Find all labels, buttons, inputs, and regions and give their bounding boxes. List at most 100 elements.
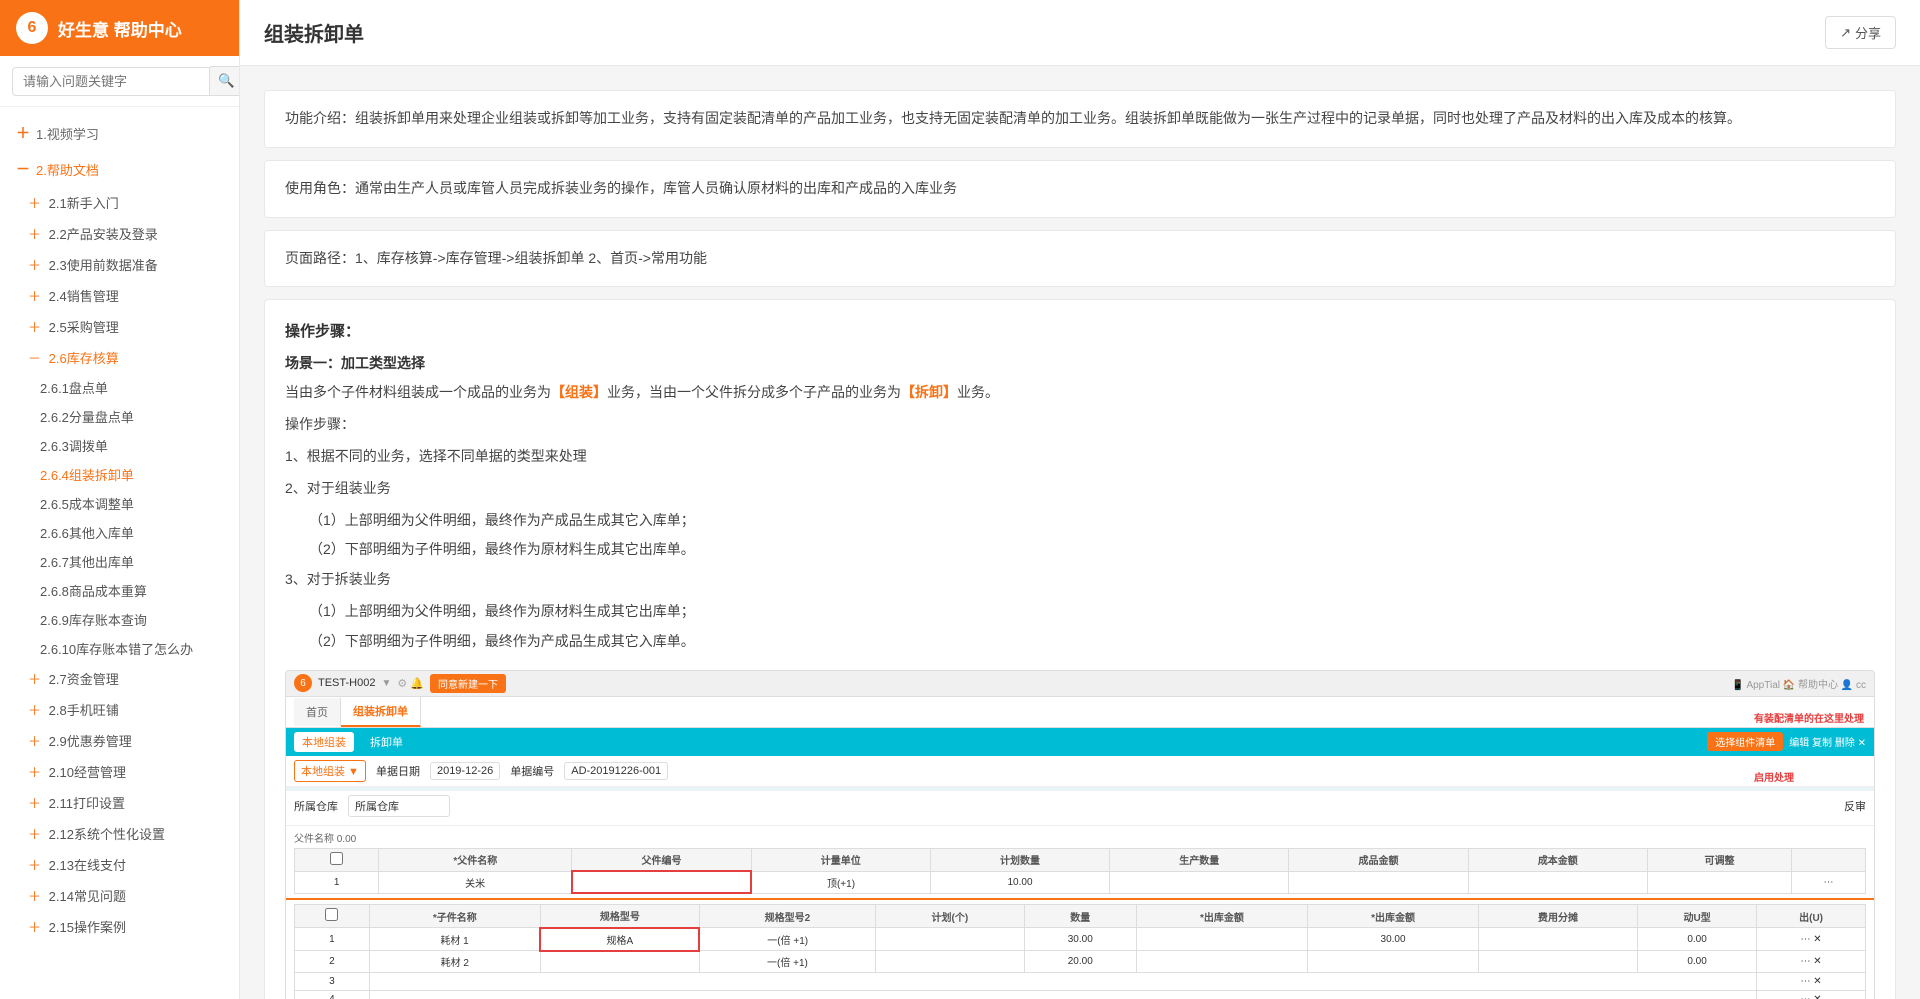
- table-row: 1 关米 顶(+1) 10.00 ⋯: [295, 871, 1866, 893]
- mock-date-input[interactable]: 2019-12-26: [430, 762, 500, 780]
- step2-sub2: （2）下部明细为子件明细，最终作为原材料生成其它出库单。: [285, 538, 1875, 562]
- sidebar-nav: ＋ 1.视频学习 － 2.帮助文档 ＋ 2.1新手入门 ＋ 2.2产品安装及登录: [0, 107, 239, 999]
- sidebar-item-2-6-2[interactable]: 2.6.2分量盘点单: [40, 402, 239, 431]
- screenshot-container: 6 TEST-H002 ▼ ⚙ 🔔 同意新建一下 📱 AppTial 🏠 帮助中…: [285, 670, 1875, 999]
- mock-confirm-btn[interactable]: 反审: [1844, 798, 1866, 814]
- sidebar-item-2-6-5[interactable]: 2.6.5成本调整单: [40, 489, 239, 518]
- mock-warehouse-input[interactable]: 所属仓库: [348, 795, 450, 817]
- steps-section: 操作步骤： 场景一：加工类型选择 当由多个子件材料组装成一个成品的业务为【组装】…: [264, 299, 1896, 999]
- nav-section-1: ＋ 1.视频学习: [0, 115, 239, 151]
- nav-sub-sub-2-6: 2.6.1盘点单 2.6.2分量盘点单 2.6.3调拨单 2.6.4组装拆卸单 …: [28, 373, 239, 663]
- sidebar-item-help-docs[interactable]: － 2.帮助文档: [0, 151, 239, 187]
- sidebar-item-2-6-3[interactable]: 2.6.3调拨单: [40, 431, 239, 460]
- mock-screen: 6 TEST-H002 ▼ ⚙ 🔔 同意新建一下 📱 AppTial 🏠 帮助中…: [286, 671, 1874, 999]
- mock-warehouse-label: 所属仓库: [294, 798, 338, 814]
- sidebar: 6 好生意 帮助中心 🔍 ＋ 1.视频学习 － 2.帮助文档 ＋ 2.1新手入门: [0, 0, 240, 999]
- mock-tab-local[interactable]: 本地组装: [294, 732, 354, 752]
- mock-system-bar: 6 TEST-H002 ▼ ⚙ 🔔 同意新建一下 📱 AppTial 🏠 帮助中…: [286, 671, 1874, 697]
- mock-td-prod-qty: [1110, 871, 1289, 893]
- role-section: 使用角色：通常由生产人员或库管人员完成拆装业务的操作，库管人员确认原材料的出库和…: [264, 160, 1896, 218]
- sidebar-item-2-6-7[interactable]: 2.6.7其他出库单: [40, 547, 239, 576]
- mock-th-cost-amt: 成本金额: [1468, 848, 1647, 871]
- mock-sub-th-out-amt2: *出库金额: [1308, 905, 1479, 928]
- table-row: 3 ⋯ ✕: [295, 973, 1866, 991]
- app-title: 好生意 帮助中心: [58, 16, 182, 41]
- mock-save-btn[interactable]: 选择组件清单: [1707, 732, 1783, 751]
- content-area: 功能介绍：组装拆卸单用来处理企业组装或拆卸等加工业务，支持有固定装配清单的产品加…: [240, 66, 1920, 999]
- mock-topbar-text: TEST-H002: [318, 677, 375, 689]
- sidebar-item-2-6-9[interactable]: 2.6.9库存账本查询: [40, 605, 239, 634]
- nav-sub-2: ＋ 2.1新手入门 ＋ 2.2产品安装及登录 ＋ 2.3使用前数据准备 ＋ 2.…: [0, 187, 239, 942]
- mock-th-unit: 计量单位: [751, 848, 930, 871]
- mock-logo: 6: [294, 674, 312, 692]
- plus-icon-2-8: ＋: [28, 703, 41, 718]
- plus-icon-2-12: ＋: [28, 827, 41, 842]
- plus-icon-2-11: ＋: [28, 796, 41, 811]
- mock-td-check: 1: [295, 871, 379, 893]
- mock-newbill-btn[interactable]: 同意新建一下: [430, 674, 506, 693]
- mock-tab-assembly[interactable]: 组装拆卸单: [341, 697, 421, 727]
- search-input[interactable]: [12, 67, 210, 96]
- mock-sub-select-all[interactable]: [325, 908, 338, 921]
- sidebar-item-2-9[interactable]: ＋ 2.9优惠券管理: [28, 725, 239, 756]
- search-button[interactable]: 🔍: [210, 66, 240, 96]
- sidebar-item-video[interactable]: ＋ 1.视频学习: [0, 115, 239, 151]
- sidebar-item-2-6[interactable]: － 2.6库存核算: [28, 342, 239, 373]
- sidebar-item-2-6-1[interactable]: 2.6.1盘点单: [40, 373, 239, 402]
- sidebar-header: 6 好生意 帮助中心: [0, 0, 239, 56]
- mock-select-all[interactable]: [330, 852, 343, 865]
- mock-td-cost-amt: [1468, 871, 1647, 893]
- sidebar-item-2-5[interactable]: ＋ 2.5采购管理: [28, 311, 239, 342]
- mock-td-plan-qty: 10.00: [930, 871, 1109, 893]
- mock-type-select[interactable]: 本地组装 ▼: [294, 760, 366, 782]
- sidebar-item-2-11[interactable]: ＋ 2.11打印设置: [28, 787, 239, 818]
- mock-td-adjustable: [1647, 871, 1791, 893]
- mock-form-row: 本地组装 ▼ 单据日期 2019-12-26 单据编号 AD-20191226-…: [286, 756, 1874, 787]
- mock-td-product-amt: [1289, 871, 1468, 893]
- sidebar-item-2-6-4[interactable]: 2.6.4组装拆卸单: [40, 460, 239, 489]
- annotation-3: 启用处理: [1754, 769, 1794, 784]
- share-button[interactable]: ↗ 分享: [1825, 16, 1896, 49]
- mock-sub-th-check: [295, 905, 370, 928]
- mock-tab-home[interactable]: 首页: [294, 698, 341, 726]
- sidebar-item-2-12[interactable]: ＋ 2.12系统个性化设置: [28, 818, 239, 849]
- plus-icon-2-14: ＋: [28, 889, 41, 904]
- sidebar-item-2-8[interactable]: ＋ 2.8手机旺铺: [28, 694, 239, 725]
- mock-sub-th-out-u: 出(U): [1757, 905, 1866, 928]
- mock-order-input[interactable]: AD-20191226-001: [564, 762, 668, 780]
- sidebar-item-2-6-8[interactable]: 2.6.8商品成本重算: [40, 576, 239, 605]
- scenario1-desc: 当由多个子件材料组装成一个成品的业务为【组装】业务，当由一个父件拆分成多个子产品…: [285, 381, 1875, 405]
- mock-td-unit: 顶(+1): [751, 871, 930, 893]
- sidebar-item-2-15[interactable]: ＋ 2.15操作案例: [28, 911, 239, 942]
- mock-nav-tabs: 首页 组装拆卸单: [286, 697, 1874, 728]
- intro-section: 功能介绍：组装拆卸单用来处理企业组装或拆卸等加工业务，支持有固定装配清单的产品加…: [264, 90, 1896, 148]
- sidebar-item-2-3[interactable]: ＋ 2.3使用前数据准备: [28, 249, 239, 280]
- sidebar-item-2-14[interactable]: ＋ 2.14常见问题: [28, 880, 239, 911]
- table-row: 2 耗材 2 一(倍 +1) 20.00 0.00: [295, 951, 1866, 973]
- sidebar-item-2-2[interactable]: ＋ 2.2产品安装及登录: [28, 218, 239, 249]
- mock-th-parent-code: 父件编号: [572, 848, 751, 871]
- sidebar-item-2-6-6[interactable]: 2.6.6其他入库单: [40, 518, 239, 547]
- plus-icon-2-4: ＋: [28, 289, 41, 304]
- sidebar-item-2-13[interactable]: ＋ 2.13在线支付: [28, 849, 239, 880]
- steps-label: 操作步骤：: [285, 413, 1875, 437]
- path-section: 页面路径：1、库存核算->库存管理->组装拆卸单 2、首页->常用功能: [264, 230, 1896, 288]
- sidebar-item-2-1[interactable]: ＋ 2.1新手入门: [28, 187, 239, 218]
- mock-th-checkbox: [295, 848, 379, 871]
- plus-icon: ＋: [16, 123, 30, 143]
- mock-tab-disassemble[interactable]: 拆卸单: [362, 732, 411, 752]
- mock-td-parent-name: 关米: [379, 871, 572, 893]
- mock-green-header: 本地组装 拆卸单 选择组件清单 编辑 复制 删除 ✕: [286, 728, 1874, 756]
- mock-green-section: 有装配清单的在这里处理 本地组装 拆卸单 选择组件清单 编辑 复制 删除 ✕: [286, 728, 1874, 756]
- page-header: 组装拆卸单 ↗ 分享: [240, 0, 1920, 66]
- minus-icon-2-6: －: [28, 351, 41, 366]
- mock-header-actions: 选择组件清单 编辑 复制 删除 ✕: [1707, 732, 1866, 751]
- sidebar-item-2-4[interactable]: ＋ 2.4销售管理: [28, 280, 239, 311]
- sidebar-item-2-6-10[interactable]: 2.6.10库存账本错了怎么办: [40, 634, 239, 663]
- plus-icon-2-13: ＋: [28, 858, 41, 873]
- sidebar-item-2-10[interactable]: ＋ 2.10经营管理: [28, 756, 239, 787]
- plus-icon-2-5: ＋: [28, 320, 41, 335]
- main-content: 组装拆卸单 ↗ 分享 功能介绍：组装拆卸单用来处理企业组装或拆卸等加工业务，支持…: [240, 0, 1920, 999]
- mock-th-parent-name: *父件名称: [379, 848, 572, 871]
- sidebar-item-2-7[interactable]: ＋ 2.7资金管理: [28, 663, 239, 694]
